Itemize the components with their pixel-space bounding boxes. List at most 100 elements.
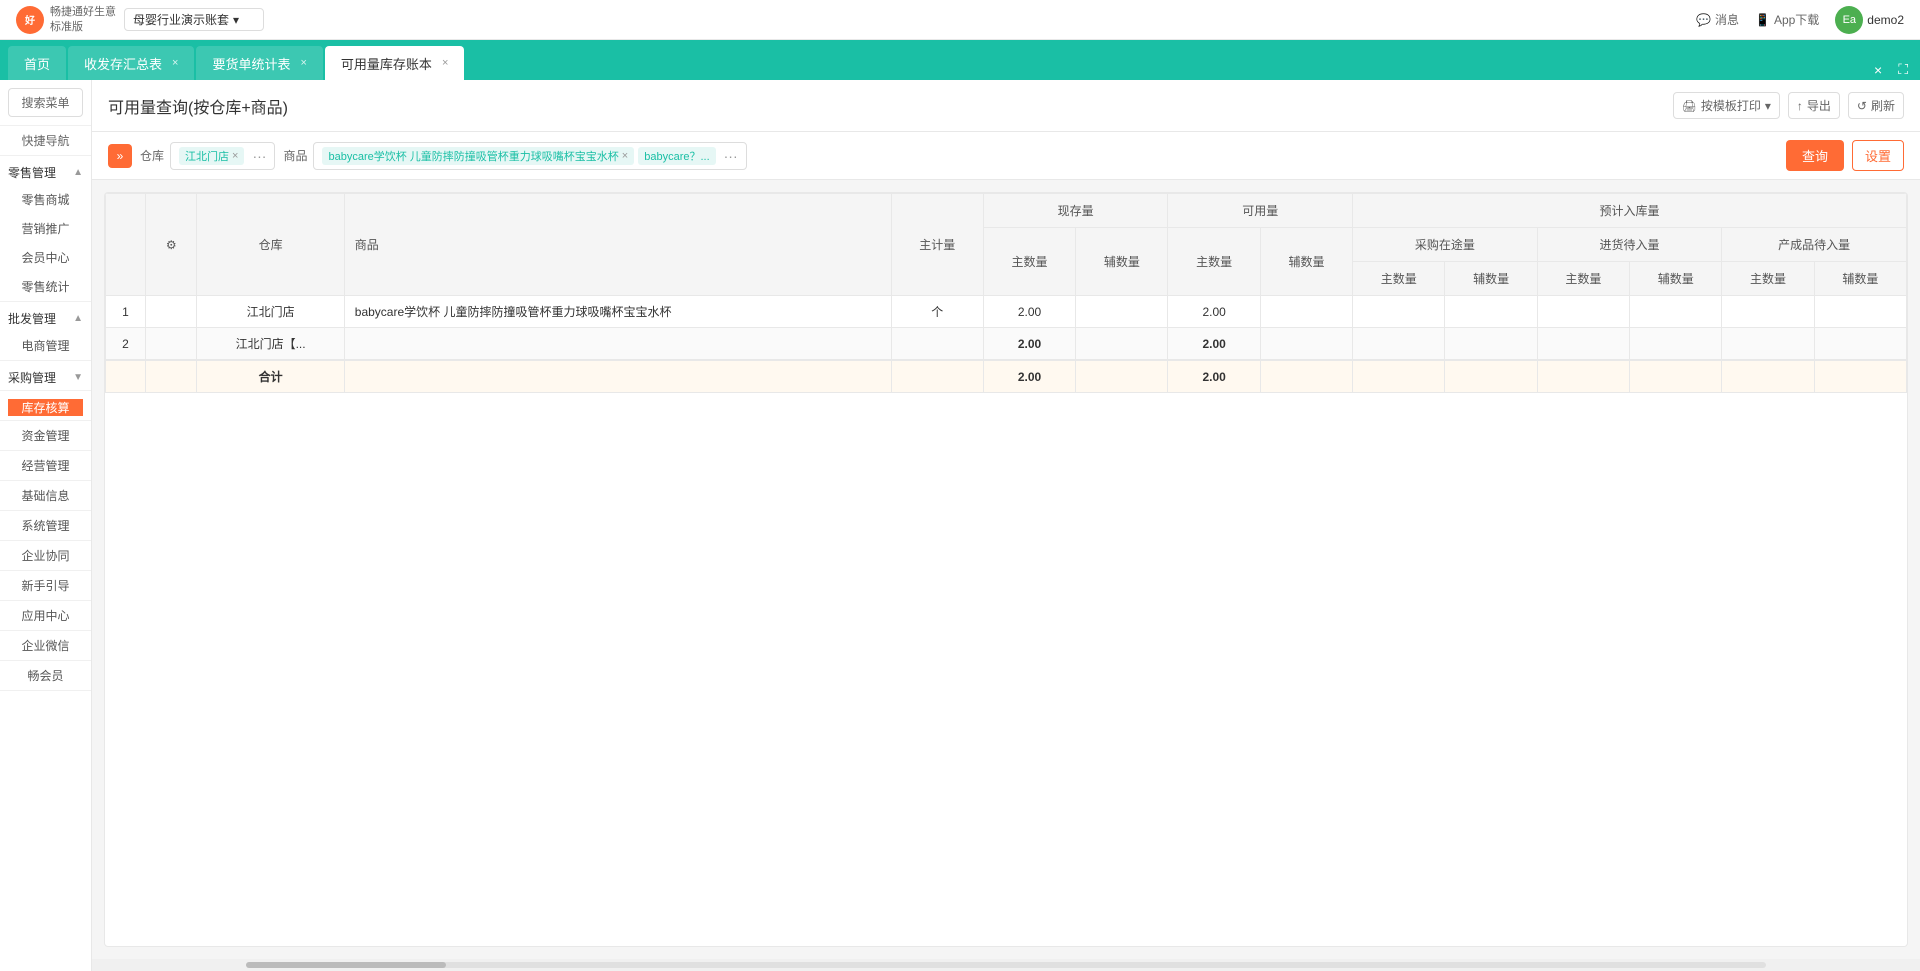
- footer-empty: [146, 360, 197, 393]
- close-tab-receive-summary[interactable]: ×: [172, 57, 178, 69]
- sidebar-section-header-wholesale[interactable]: 批发管理 ▲: [0, 302, 91, 331]
- col-available-aux: 辅数量: [1260, 228, 1352, 296]
- sidebar-item-marketing[interactable]: 营销推广: [0, 214, 91, 243]
- export-icon: ↑: [1797, 99, 1803, 113]
- col-settings[interactable]: ⚙: [146, 194, 197, 296]
- cell-purchase-transit-aux: [1445, 296, 1537, 328]
- footer-empty: [891, 360, 983, 393]
- cell-product-pending-main: [1722, 328, 1814, 361]
- sidebar-section-wholesale: 批发管理 ▲ 电商管理: [0, 302, 91, 361]
- sidebar-item-ecommerce[interactable]: 电商管理: [0, 331, 91, 360]
- warehouse-tag-remove[interactable]: ×: [232, 150, 238, 162]
- sidebar-item-inventory[interactable]: 库存核算: [8, 399, 83, 416]
- product-filter-group: 商品 babycare学饮杯 儿童防摔防撞吸管杯重力球吸嘴杯宝宝水杯 × bab…: [283, 142, 746, 170]
- cell-available-main: 2.00: [1168, 296, 1260, 328]
- product-tag-1-remove[interactable]: ×: [622, 150, 628, 162]
- warehouse-filter-group: 仓库 江北门店 × ···: [140, 142, 275, 170]
- sidebar-item-members[interactable]: 会员中心: [0, 243, 91, 272]
- sidebar-section-member: 畅会员: [0, 661, 91, 691]
- refresh-button[interactable]: ↺ 刷新: [1848, 92, 1904, 119]
- tab-order-stats[interactable]: 要货单统计表 ×: [196, 46, 322, 80]
- close-tab-available-inventory[interactable]: ×: [442, 57, 448, 69]
- sidebar-item-retail-mall[interactable]: 零售商城: [0, 185, 91, 214]
- chevron-icon: ▲: [73, 313, 83, 324]
- sidebar-section-system: 系统管理: [0, 511, 91, 541]
- cell-index: 1: [106, 296, 146, 328]
- cell-index: 2: [106, 328, 146, 361]
- cell-incoming-main: [1537, 328, 1629, 361]
- sidebar: 搜索菜单 快捷导航 零售管理 ▲ 零售商城 营销推广 会员中心 零售统计 批发管…: [0, 80, 92, 971]
- footer-available-aux: [1260, 360, 1352, 393]
- sidebar-item-quick-nav[interactable]: 快捷导航: [0, 126, 91, 156]
- sidebar-section-wecom: 企业微信: [0, 631, 91, 661]
- cell-main-unit: [891, 328, 983, 361]
- maximize-button[interactable]: ⛶: [1894, 59, 1912, 80]
- sidebar-item-operations[interactable]: 经营管理: [0, 451, 91, 480]
- tab-home[interactable]: 首页: [8, 46, 66, 80]
- col-purchase-transit-group: 采购在途量: [1353, 228, 1538, 262]
- filter-expand-button[interactable]: »: [108, 144, 132, 168]
- product-filter-label: 商品: [283, 147, 307, 164]
- top-bar: 好 畅捷通好生意 标准版 母婴行业演示账套 ▾ 💬 消息 📱 App下载 Ea …: [0, 0, 1920, 40]
- filter-actions: 查询 设置: [1786, 140, 1904, 171]
- message-button[interactable]: 💬 消息: [1696, 11, 1739, 28]
- warehouse-filter-input[interactable]: 江北门店 × ···: [170, 142, 275, 170]
- col-product: 商品: [344, 194, 891, 296]
- cell-purchase-transit-aux: [1445, 328, 1537, 361]
- product-filter-more[interactable]: ···: [724, 148, 738, 164]
- sidebar-section-header-inventory[interactable]: 库存核算: [0, 391, 91, 420]
- sidebar-item-retail-stats[interactable]: 零售统计: [0, 272, 91, 301]
- cell-incoming-main: [1537, 296, 1629, 328]
- query-button[interactable]: 查询: [1786, 140, 1844, 171]
- footer-available-main: 2.00: [1168, 360, 1260, 393]
- footer-empty: [106, 360, 146, 393]
- cell-product-pending-aux: [1814, 296, 1906, 328]
- settings-button[interactable]: 设置: [1852, 140, 1904, 171]
- sidebar-section-header-zero-retail[interactable]: 零售管理 ▲: [0, 156, 91, 185]
- page-actions: 🖨 按模板打印 ▾ ↑ 导出 ↺ 刷新: [1673, 92, 1904, 119]
- cell-available-main: 2.00: [1168, 328, 1260, 361]
- sidebar-item-wecom[interactable]: 企业微信: [0, 631, 91, 660]
- close-all-tabs-button[interactable]: ×: [1870, 60, 1886, 80]
- col-product-pending-main: 主数量: [1722, 262, 1814, 296]
- cell-warehouse: 江北门店【...: [197, 328, 344, 361]
- sidebar-item-system[interactable]: 系统管理: [0, 511, 91, 540]
- sidebar-section-purchase: 采购管理 ▼: [0, 361, 91, 391]
- sidebar-item-basics[interactable]: 基础信息: [0, 481, 91, 510]
- horizontal-scrollbar[interactable]: [92, 959, 1920, 971]
- col-purchase-transit-aux: 辅数量: [1445, 262, 1537, 296]
- warehouse-filter-more[interactable]: ···: [252, 148, 266, 164]
- chevron-down-icon: ▾: [1765, 99, 1771, 113]
- footer-product-pending-aux: [1814, 360, 1906, 393]
- sidebar-section-header-purchase[interactable]: 采购管理 ▼: [0, 361, 91, 390]
- chevron-icon: ▲: [73, 167, 83, 178]
- sidebar-item-new-guide[interactable]: 新手引导: [0, 571, 91, 600]
- warehouse-filter-label: 仓库: [140, 147, 164, 164]
- sidebar-item-app-center[interactable]: 应用中心: [0, 601, 91, 630]
- product-filter-input[interactable]: babycare学饮杯 儿童防摔防撞吸管杯重力球吸嘴杯宝宝水杯 × babyca…: [313, 142, 746, 170]
- sidebar-item-finance[interactable]: 资金管理: [0, 421, 91, 450]
- user-area[interactable]: Ea demo2: [1835, 6, 1904, 34]
- sidebar-item-enterprise[interactable]: 企业协同: [0, 541, 91, 570]
- cell-product: [344, 328, 891, 361]
- app-download-button[interactable]: 📱 App下载: [1755, 11, 1819, 28]
- industry-select[interactable]: 母婴行业演示账套 ▾: [124, 8, 264, 31]
- page-title: 可用量查询(按仓库+商品): [108, 94, 288, 118]
- cell-purchase-transit-main: [1353, 296, 1445, 328]
- tab-available-inventory[interactable]: 可用量库存账本 ×: [325, 46, 464, 80]
- col-product-pending-aux: 辅数量: [1814, 262, 1906, 296]
- close-tab-order-stats[interactable]: ×: [300, 57, 306, 69]
- print-icon: 🖨: [1682, 99, 1697, 113]
- logo-area: 好 畅捷通好生意 标准版: [16, 5, 116, 34]
- cell-purchase-transit-main: [1353, 328, 1445, 361]
- product-tag-2: babycare？...: [638, 147, 715, 165]
- search-menu-button[interactable]: 搜索菜单: [8, 88, 83, 117]
- export-button[interactable]: ↑ 导出: [1788, 92, 1840, 119]
- cell-product: babycare学饮杯 儿童防摔防撞吸管杯重力球吸嘴杯宝宝水杯: [344, 296, 891, 328]
- sidebar-item-member[interactable]: 畅会员: [0, 661, 91, 690]
- tab-receive-summary[interactable]: 收发存汇总表 ×: [68, 46, 194, 80]
- cell-incoming-aux: [1630, 328, 1722, 361]
- print-button[interactable]: 🖨 按模板打印 ▾: [1673, 92, 1780, 119]
- footer-incoming-aux: [1630, 360, 1722, 393]
- scrollbar-thumb[interactable]: [246, 962, 446, 968]
